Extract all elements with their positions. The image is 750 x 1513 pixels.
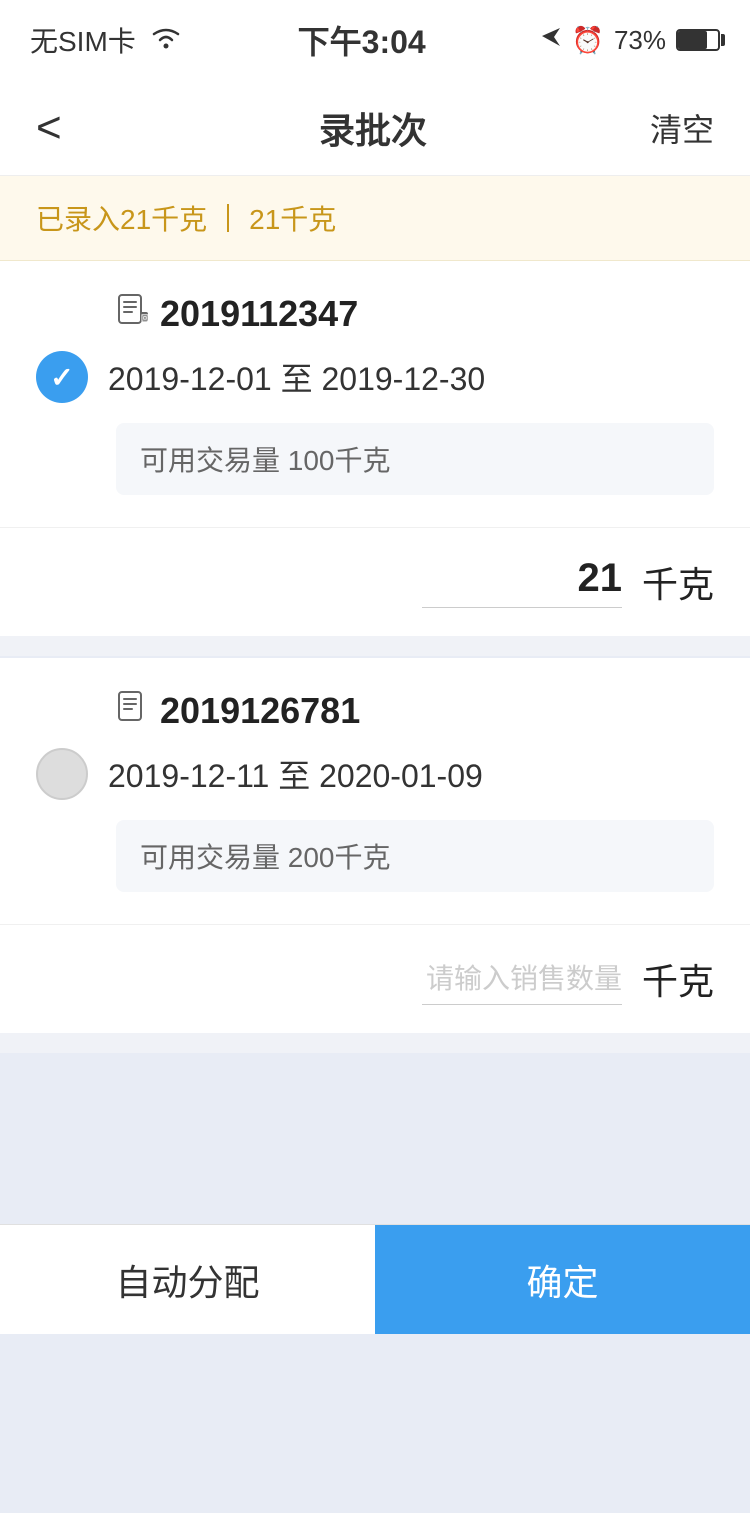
qty-unit-2: 千克	[642, 953, 714, 1005]
status-time: 下午3:04	[298, 17, 426, 63]
status-left: 无SIM卡	[30, 20, 184, 60]
back-button[interactable]: <	[36, 103, 96, 153]
qty-unit-1: 千克	[642, 556, 714, 608]
status-bar: 无SIM卡 下午3:04 ⏰ 73%	[0, 0, 750, 80]
radio-unchecked-2[interactable]	[36, 748, 88, 800]
batch-date-row-1: ✓ 2019-12-01 至 2019-12-30	[36, 351, 714, 403]
status-right: ⏰ 73%	[540, 24, 720, 57]
batch-card-1-inner: 回 2019112347 ✓ 2019-12-01 至 2019-12-30 可…	[0, 261, 750, 527]
card-separator-1	[0, 636, 750, 656]
info-divider	[227, 204, 229, 232]
batch-id-1: 2019112347	[160, 293, 358, 335]
qty-row-2: 千克	[0, 924, 750, 1033]
info-bar: 已录入21千克 21千克	[0, 176, 750, 261]
alarm-icon: ⏰	[572, 25, 604, 56]
qty-input-1[interactable]	[422, 556, 622, 601]
battery-icon	[676, 29, 720, 51]
batch-id-2: 2019126781	[160, 690, 360, 732]
available-qty-1: 可用交易量 100千克	[116, 423, 714, 495]
batch-date-2: 2019-12-11 至 2020-01-09	[108, 751, 483, 797]
qty-input-2[interactable]	[422, 953, 622, 998]
checkmark-icon-1: ✓	[50, 361, 73, 394]
qty-input-wrapper-2	[422, 953, 622, 1005]
total-qty: 21千克	[249, 198, 336, 238]
batch-card-1: 回 2019112347 ✓ 2019-12-01 至 2019-12-30 可…	[0, 261, 750, 636]
carrier-text: 无SIM卡	[30, 20, 136, 60]
card-separator-2	[0, 1033, 750, 1053]
radio-checked-1[interactable]: ✓	[36, 351, 88, 403]
recorded-qty: 已录入21千克	[36, 198, 207, 238]
batch-card-2: 2019126781 2019-12-11 至 2020-01-09 可用交易量…	[0, 658, 750, 1033]
batch-id-row-1: 回 2019112347	[116, 293, 714, 335]
batch-card-2-inner: 2019126781 2019-12-11 至 2020-01-09 可用交易量…	[0, 658, 750, 924]
qty-row-1: 千克	[0, 527, 750, 636]
bottom-action-bar: 自动分配 确定	[0, 1224, 750, 1334]
confirm-button[interactable]: 确定	[375, 1225, 750, 1334]
batch-doc-icon-2	[116, 691, 148, 731]
nav-bar: < 录批次 清空	[0, 80, 750, 176]
wifi-icon	[148, 24, 184, 57]
batch-date-1: 2019-12-01 至 2019-12-30	[108, 354, 485, 400]
batch-doc-icon-1: 回	[116, 294, 148, 334]
available-qty-2: 可用交易量 200千克	[116, 820, 714, 892]
page-title: 录批次	[319, 102, 427, 154]
batch-id-row-2: 2019126781	[116, 690, 714, 732]
clear-button[interactable]: 清空	[650, 105, 714, 151]
qty-input-wrapper-1	[422, 556, 622, 608]
battery-percent: 73%	[614, 25, 666, 56]
auto-distribute-button[interactable]: 自动分配	[0, 1225, 375, 1334]
location-icon	[540, 24, 562, 57]
svg-text:回: 回	[141, 314, 148, 323]
batch-date-row-2: 2019-12-11 至 2020-01-09	[36, 748, 714, 800]
